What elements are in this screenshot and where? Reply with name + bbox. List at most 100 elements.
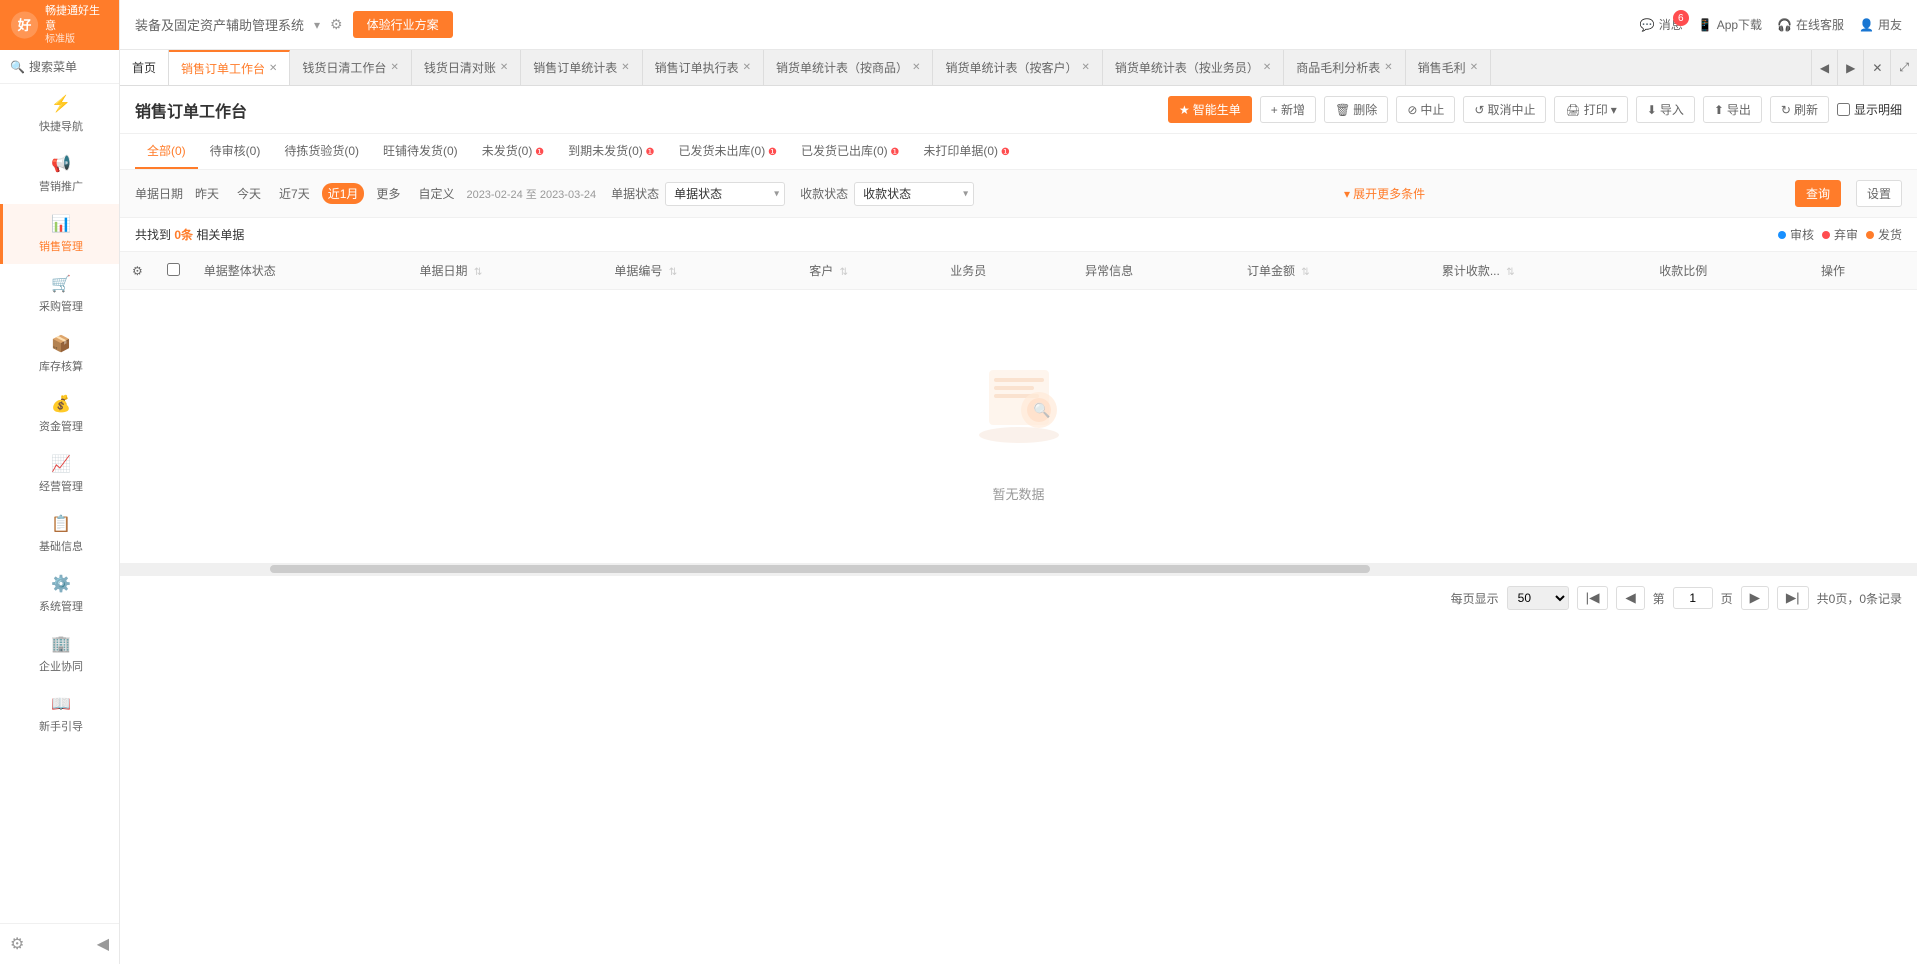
print-btn[interactable]: 🖨 打印 ▾ [1554, 96, 1627, 123]
tab-close-cash-daily-workbench[interactable]: ✕ [390, 62, 398, 73]
tab-sales-stats-by-product[interactable]: 销货单统计表（按商品）✕ [764, 50, 933, 86]
tab-next-btn[interactable]: ▶ [1837, 50, 1863, 86]
date-opt-custom[interactable]: 自定义 [412, 183, 460, 204]
delete-btn[interactable]: 🗑 删除 [1324, 96, 1388, 123]
message-btn[interactable]: 💬 6 消息 [1640, 16, 1683, 33]
col-number[interactable]: 单据编号 ⇅ [602, 252, 797, 290]
add-btn[interactable]: + 新增 [1260, 96, 1316, 123]
page-size-select[interactable]: 50 [1507, 586, 1569, 610]
col-checkbox[interactable] [155, 252, 192, 290]
tab-sales-order-workbench[interactable]: 销售订单工作台✕ [169, 50, 290, 86]
status-filter-label: 单据状态 [611, 185, 659, 202]
tab-close-goods-profit-analysis[interactable]: ✕ [1384, 62, 1392, 73]
tab-close-all-btn[interactable]: ✕ [1863, 50, 1890, 86]
sidebar-item-quick-nav[interactable]: ⚡快捷导航 [0, 84, 119, 144]
tab-goods-profit-analysis[interactable]: 商品毛利分析表✕ [1284, 50, 1405, 86]
tab-close-cash-goods-reconcile[interactable]: ✕ [500, 62, 508, 73]
date-opt-last1month[interactable]: 近1月 [322, 183, 365, 204]
sidebar-item-operation[interactable]: 📈经营管理 [0, 444, 119, 504]
sub-tab-wangpu-pending-ship[interactable]: 旺铺待发货(0) [371, 134, 470, 169]
tab-sales-profit[interactable]: 销售毛利✕ [1406, 50, 1491, 86]
sub-tab-pending-review[interactable]: 待审核(0) [198, 134, 273, 169]
sidebar-item-system[interactable]: ⚙️系统管理 [0, 564, 119, 624]
sidebar-item-sales[interactable]: 📊销售管理 [0, 204, 119, 264]
review-action-btn[interactable]: 审核 [1778, 226, 1814, 243]
query-btn[interactable]: 查询 [1795, 180, 1841, 207]
export-btn[interactable]: ⬆ 导出 [1703, 96, 1762, 123]
date-opt-yesterday[interactable]: 昨天 [189, 183, 225, 204]
tab-close-sales-order-workbench[interactable]: ✕ [269, 63, 277, 74]
sub-tab-pending-inspection[interactable]: 待拣货验货(0) [272, 134, 371, 169]
tab-close-sales-stats-by-product[interactable]: ✕ [912, 62, 920, 73]
sidebar-item-guide[interactable]: 📖新手引导 [0, 684, 119, 744]
topbar-dropdown-icon[interactable]: ▾ [314, 18, 320, 32]
tab-bar: 首页销售订单工作台✕钱货日清工作台✕钱货日清对账✕销售订单统计表✕销售订单执行表… [120, 50, 1917, 86]
tab-close-sales-stats-by-customer[interactable]: ✕ [1081, 62, 1089, 73]
tab-cash-daily-workbench[interactable]: 钱货日清工作台✕ [290, 50, 411, 86]
user-btn[interactable]: 👤 用友 [1859, 16, 1902, 33]
show-detail-label[interactable]: 显示明细 [1837, 101, 1902, 118]
status-select[interactable]: 单据状态 [665, 182, 785, 206]
sub-tab-shipped-out[interactable]: 已发货已出库(0) ❶ [789, 134, 911, 169]
sidebar-item-enterprise[interactable]: 🏢企业协同 [0, 624, 119, 684]
show-detail-checkbox[interactable] [1837, 103, 1850, 116]
inventory-icon: 📦 [51, 334, 71, 354]
tab-sales-stats-by-customer[interactable]: 销货单统计表（按客户）✕ [933, 50, 1102, 86]
sidebar-label-operation: 经营管理 [39, 478, 83, 494]
filter-settings-btn[interactable]: 设置 [1856, 180, 1902, 207]
scrollbar-thumb[interactable] [270, 565, 1370, 573]
col-customer[interactable]: 客户 ⇅ [797, 252, 938, 290]
sidebar-item-basic-info[interactable]: 📋基础信息 [0, 504, 119, 564]
sub-tab-shipped-not-out[interactable]: 已发货未出库(0) ❶ [667, 134, 789, 169]
tab-prev-btn[interactable]: ◀ [1811, 50, 1837, 86]
horizontal-scrollbar[interactable] [120, 563, 1917, 575]
cancel-abort-btn[interactable]: ↺ 取消中止 [1463, 96, 1546, 123]
sidebar-search[interactable]: 🔍 搜索菜单 [0, 50, 119, 84]
tab-close-sales-stats-by-staff[interactable]: ✕ [1263, 62, 1271, 73]
refresh-btn[interactable]: ↻ 刷新 [1770, 96, 1829, 123]
tab-home[interactable]: 首页 [120, 50, 169, 86]
page-next-btn[interactable]: ▶ [1741, 586, 1769, 610]
tab-sales-order-stats[interactable]: 销售订单统计表✕ [521, 50, 642, 86]
tab-close-sales-order-exec[interactable]: ✕ [743, 62, 751, 73]
payment-select[interactable]: 收款状态 [854, 182, 974, 206]
app-download-btn[interactable]: 📱 App下载 [1698, 16, 1762, 33]
col-collected[interactable]: 累计收款... ⇅ [1430, 252, 1647, 290]
page-number-input[interactable] [1673, 587, 1713, 609]
page-prev-btn[interactable]: ◀ [1616, 586, 1644, 610]
sub-tab-expired-not-shipped[interactable]: 到期未发货(0) ❶ [556, 134, 666, 169]
tab-sales-stats-by-staff[interactable]: 销货单统计表（按业务员）✕ [1103, 50, 1284, 86]
date-opt-today[interactable]: 今天 [231, 183, 267, 204]
sidebar-item-purchase[interactable]: 🛒采购管理 [0, 264, 119, 324]
col-settings[interactable]: ⚙ [120, 252, 155, 290]
tab-cash-goods-reconcile[interactable]: 钱货日清对账✕ [412, 50, 521, 86]
topbar-settings-icon[interactable]: ⚙ [330, 16, 343, 33]
sidebar-item-marketing[interactable]: 📢营销推广 [0, 144, 119, 204]
date-opt-last7[interactable]: 近7天 [273, 183, 316, 204]
expand-more-btn[interactable]: ▾ 展开更多条件 [1344, 185, 1425, 202]
col-date[interactable]: 单据日期 ⇅ [408, 252, 603, 290]
solution-btn[interactable]: 体验行业方案 [353, 11, 453, 38]
sidebar-item-inventory[interactable]: 📦库存核算 [0, 324, 119, 384]
online-service-btn[interactable]: 🎧 在线客服 [1777, 16, 1844, 33]
select-all-checkbox[interactable] [167, 263, 180, 276]
smart-create-btn[interactable]: ★ 智能生单 [1168, 96, 1252, 123]
cancel-review-action-btn[interactable]: 弃审 [1822, 226, 1858, 243]
tab-expand-btn[interactable]: ⤢ [1890, 50, 1917, 86]
sub-tab-all[interactable]: 全部(0) [135, 134, 198, 169]
settings-icon[interactable]: ⚙ [10, 934, 24, 954]
tab-sales-order-exec[interactable]: 销售订单执行表✕ [643, 50, 764, 86]
page-last-btn[interactable]: ▶| [1777, 586, 1809, 610]
sub-tab-not-shipped[interactable]: 未发货(0) ❶ [470, 134, 556, 169]
col-amount[interactable]: 订单金额 ⇅ [1235, 252, 1430, 290]
tab-close-sales-order-stats[interactable]: ✕ [621, 62, 629, 73]
tab-close-sales-profit[interactable]: ✕ [1470, 62, 1478, 73]
sidebar-item-finance[interactable]: 💰资金管理 [0, 384, 119, 444]
collapse-icon[interactable]: ◀ [97, 934, 109, 954]
abort-btn[interactable]: ⊘ 中止 [1396, 96, 1455, 123]
import-btn[interactable]: ⬇ 导入 [1636, 96, 1695, 123]
date-opt-more[interactable]: 更多 [370, 183, 406, 204]
page-first-btn[interactable]: |◀ [1577, 586, 1609, 610]
ship-action-btn[interactable]: 发货 [1866, 226, 1902, 243]
sub-tab-not-printed[interactable]: 未打印单据(0) ❶ [911, 134, 1021, 169]
